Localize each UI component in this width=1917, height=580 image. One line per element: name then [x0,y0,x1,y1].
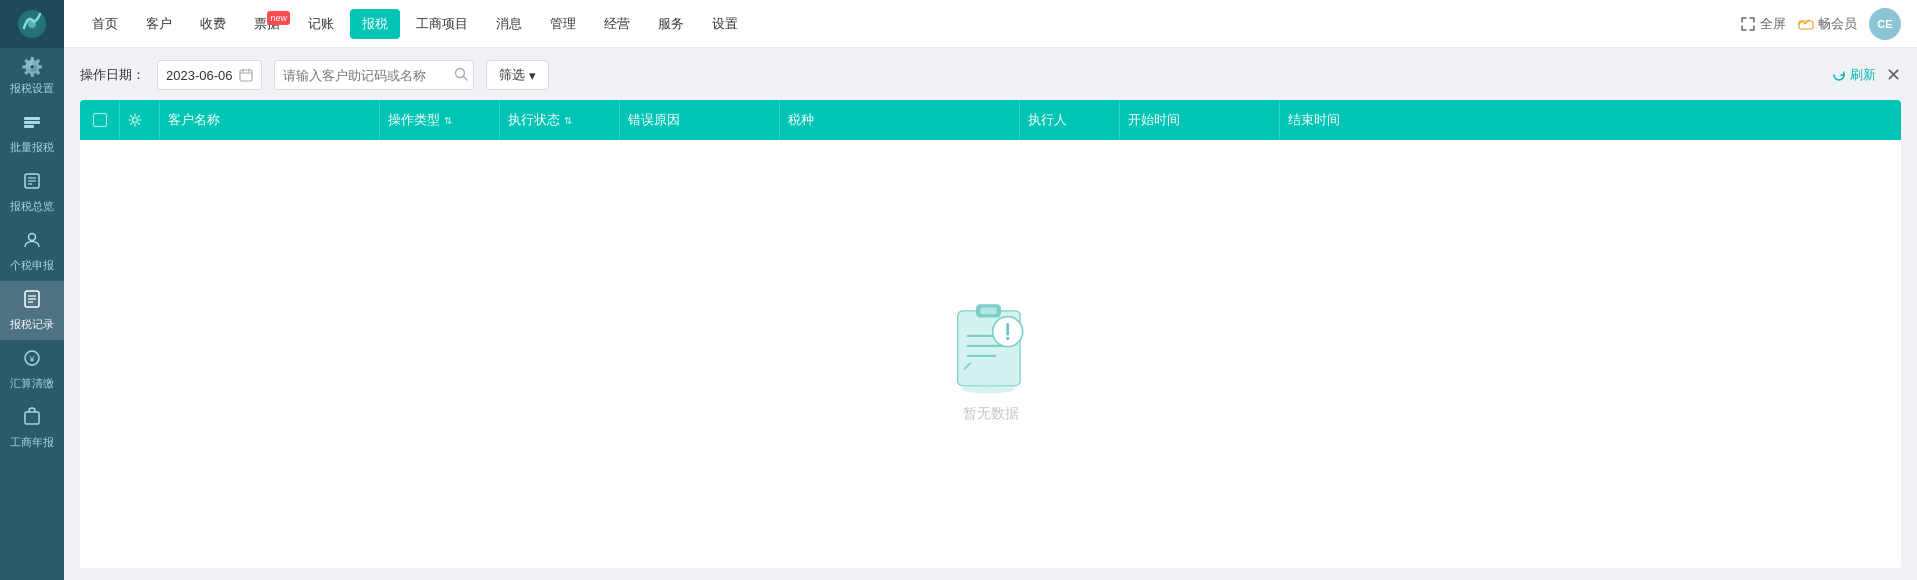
nav-item-gongshang[interactable]: 工商项目 [404,9,480,39]
nav-item-shoufei[interactable]: 收费 [188,9,238,39]
nav-item-baoshui[interactable]: 报税 [350,9,400,39]
filter-bar: 操作日期： 2023-06-06 [80,60,1901,90]
th-end-time: 结束时间 [1280,100,1420,140]
th-tax-type: 税种 [780,100,1020,140]
close-button[interactable]: ✕ [1886,66,1901,84]
svg-point-33 [1006,337,1009,340]
fullscreen-icon [1740,16,1756,32]
sort-icon-exec-status: ⇅ [564,115,572,126]
sidebar-item-piliang-baoshui[interactable]: 批量报税 [0,104,64,163]
svg-text:¥: ¥ [28,354,35,364]
svg-rect-2 [24,117,40,120]
svg-rect-4 [24,125,34,128]
sidebar-item-baoshui-jilu[interactable]: 报税记录 [0,281,64,340]
sidebar-item-geshuishenb[interactable]: 个税申报 [0,222,64,281]
th-error-reason: 错误原因 [620,100,780,140]
svg-rect-3 [24,121,40,124]
nav-item-piaoju[interactable]: 票据 new [242,9,292,39]
filter-button[interactable]: 筛选 ▾ [486,60,549,90]
baoshui-shezhi-icon: ⚙️ [21,56,43,78]
svg-rect-18 [240,70,252,81]
gongshang-nianbao-icon [22,407,42,432]
main-area: 首页 客户 收费 票据 new 记账 报税 工商项目 消息 管理 经营 服务 设… [64,0,1917,580]
nav-item-guanli[interactable]: 管理 [538,9,588,39]
topnav: 首页 客户 收费 票据 new 记账 报税 工商项目 消息 管理 经营 服务 设… [64,0,1917,48]
search-icon[interactable] [454,67,468,84]
sort-icon-op-type: ⇅ [444,115,452,126]
th-checkbox[interactable] [80,100,120,140]
empty-text: 暂无数据 [963,405,1019,423]
th-op-type[interactable]: 操作类型 ⇅ [380,100,500,140]
svg-line-23 [463,76,467,80]
search-wrap [274,60,474,90]
topnav-items: 首页 客户 收费 票据 new 记账 报税 工商项目 消息 管理 经营 服务 设… [80,9,1740,39]
sidebar: ⚙️ 报税设置 批量报税 报税总览 [0,0,64,580]
nav-item-jizhang[interactable]: 记账 [296,9,346,39]
topnav-right: 全屏 畅会员 CE [1740,8,1901,40]
baoshui-zonlan-icon [22,171,42,196]
sidebar-item-huisuan-jiaona[interactable]: ¥ 汇算清缴 [0,340,64,399]
calendar-icon [239,68,253,82]
sidebar-item-baoshui-shezhi[interactable]: ⚙️ 报税设置 [0,48,64,104]
th-settings [120,100,160,140]
nav-item-home[interactable]: 首页 [80,9,130,39]
piliang-baoshui-icon [22,112,42,137]
th-exec-status[interactable]: 执行状态 ⇅ [500,100,620,140]
svg-rect-16 [25,412,39,424]
sidebar-item-gongshang-nianbao[interactable]: 工商年报 [0,399,64,458]
table-body: 暂无数据 [80,140,1901,568]
huisuan-jiaona-icon: ¥ [22,348,42,373]
user-avatar[interactable]: CE [1869,8,1901,40]
nav-item-fuwu[interactable]: 服务 [646,9,696,39]
th-executor: 执行人 [1020,100,1120,140]
baoshui-jilu-icon [22,289,42,314]
svg-point-24 [133,118,138,123]
data-table: 客户名称 操作类型 ⇅ 执行状态 ⇅ 错误原因 税种 执行人 [80,100,1901,568]
empty-state-illustration [941,285,1041,395]
date-label: 操作日期： [80,66,145,84]
svg-point-35 [961,385,1014,393]
select-all-checkbox[interactable] [93,113,107,127]
chevron-down-icon: ▾ [529,68,536,83]
settings-icon [128,113,142,127]
date-picker[interactable]: 2023-06-06 [157,60,262,90]
app-logo [0,0,64,48]
nav-item-xiaoxi[interactable]: 消息 [484,9,534,39]
vip-icon [1798,16,1814,32]
new-badge: new [267,11,290,25]
refresh-button[interactable]: 刷新 [1832,66,1876,84]
content-area: 操作日期： 2023-06-06 [64,48,1917,580]
refresh-icon [1832,68,1846,82]
svg-rect-27 [980,308,997,315]
filter-bar-right: 刷新 ✕ [1832,66,1901,84]
table-header: 客户名称 操作类型 ⇅ 执行状态 ⇅ 错误原因 税种 执行人 [80,100,1901,140]
fullscreen-button[interactable]: 全屏 [1740,15,1786,33]
search-input[interactable] [274,60,474,90]
svg-point-9 [29,234,36,241]
geshuishenb-icon [22,230,42,255]
nav-item-customer[interactable]: 客户 [134,9,184,39]
sidebar-item-baoshui-zonlan[interactable]: 报税总览 [0,163,64,222]
nav-item-shezhi[interactable]: 设置 [700,9,750,39]
svg-point-1 [28,20,36,28]
th-client-name: 客户名称 [160,100,380,140]
vip-button[interactable]: 畅会员 [1798,15,1857,33]
th-start-time: 开始时间 [1120,100,1280,140]
nav-item-jingying[interactable]: 经营 [592,9,642,39]
